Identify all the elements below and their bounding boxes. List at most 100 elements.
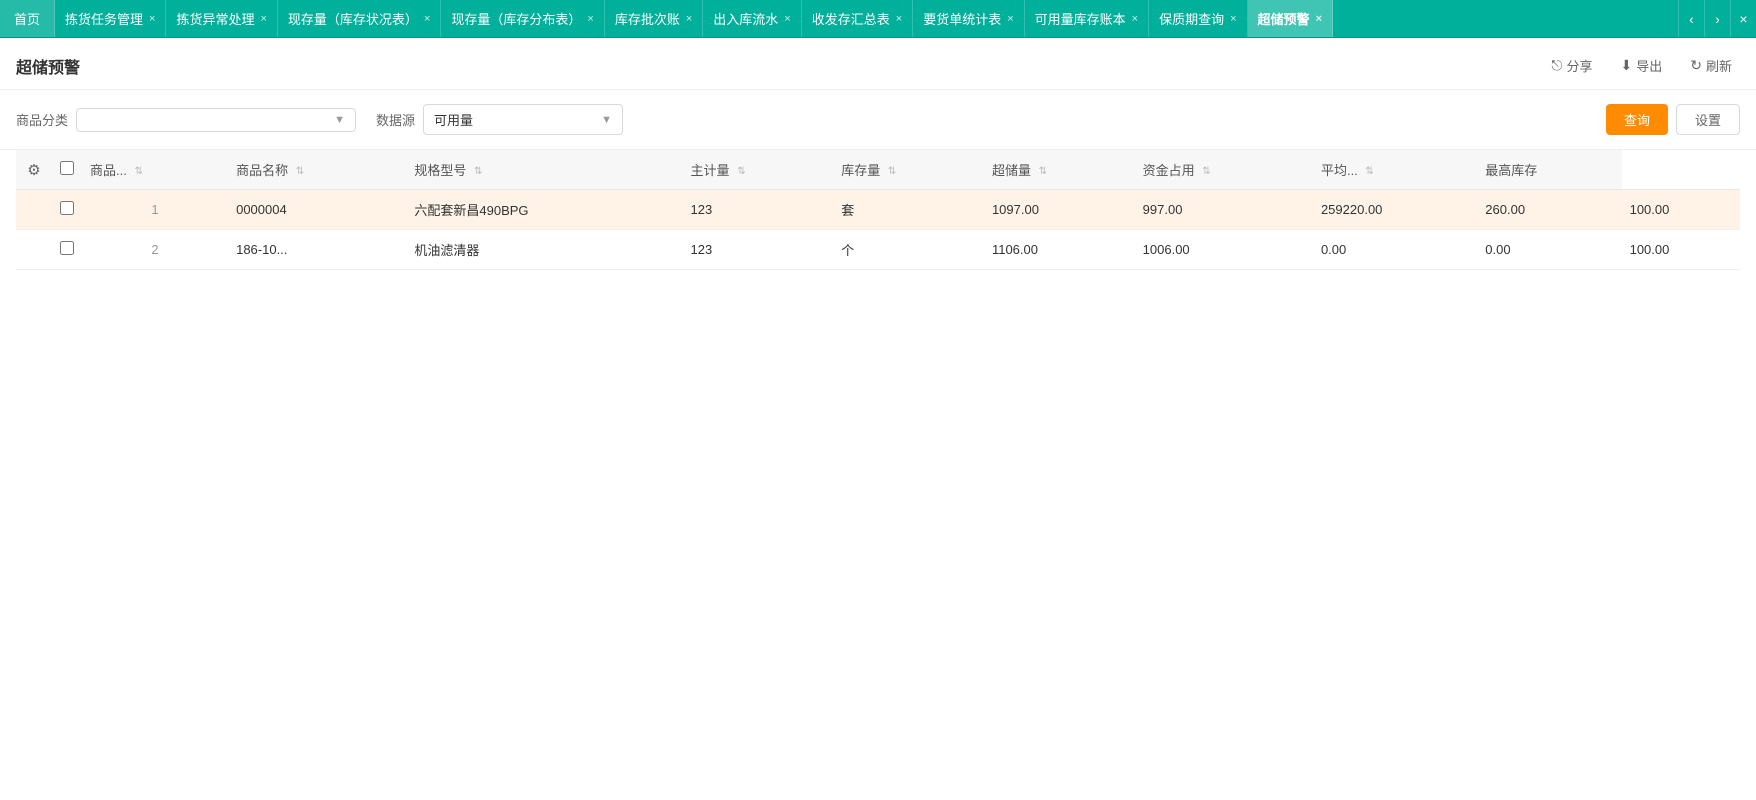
nav-expiry-query[interactable]: 保质期查询 × [1149,0,1247,37]
nav-arrows: ‹ › × [1678,0,1756,38]
export-button[interactable]: ⬇ 导出 [1613,52,1671,79]
col-code[interactable]: 商品... ⇅ [82,150,228,190]
col-capital-label: 资金占用 [1143,163,1195,178]
row-capital-1: 0.00 [1313,230,1477,270]
nav-order-stats-close[interactable]: × [1007,13,1013,25]
col-name-sort[interactable]: ⇅ [296,166,304,177]
col-overstock[interactable]: 超储量 ⇅ [984,150,1135,190]
nav-overstock-warning-close[interactable]: × [1316,13,1322,25]
row-checkbox-1[interactable] [60,241,74,255]
nav-available-stock-label: 可用量库存账本 [1035,9,1126,28]
col-code-sort[interactable]: ⇅ [134,166,142,177]
nav-pick-exception-close[interactable]: × [260,13,266,25]
nav-batch-account[interactable]: 库存批次账 × [605,0,703,37]
col-unit-sort[interactable]: ⇅ [737,166,745,177]
col-capital-sort[interactable]: ⇅ [1202,166,1210,177]
row-unit-0: 套 [833,190,984,230]
filter-actions: 查询 设置 [1606,104,1740,135]
settings-button[interactable]: 设置 [1676,104,1740,135]
col-stock-sort[interactable]: ⇅ [888,166,896,177]
refresh-icon: ↻ [1690,57,1702,74]
row-settings-cell-0 [16,190,52,230]
nav-overstock-warning-label: 超储预警 [1258,9,1310,28]
nav-expiry-query-close[interactable]: × [1230,13,1236,25]
nav-order-stats[interactable]: 要货单统计表 × [913,0,1024,37]
table-container: ⚙ 商品... ⇅ 商品名称 ⇅ 规格型号 ⇅ [0,150,1756,270]
row-name-0: 六配套新昌490BPG [406,190,682,230]
nav-available-stock-close[interactable]: × [1132,13,1138,25]
col-settings: ⚙ [16,150,52,190]
row-checkbox-cell-1[interactable] [52,230,82,270]
nav-arrow-left[interactable]: ‹ [1678,0,1704,38]
nav-home-label: 首页 [14,9,40,28]
page-title: 超储预警 [16,54,80,78]
col-stock-label: 库存量 [841,163,880,178]
nav-overstock-warning[interactable]: 超储预警 × [1248,0,1333,37]
nav-arrow-right[interactable]: › [1704,0,1730,38]
share-button[interactable]: ⎋ 分享 [1543,52,1600,79]
top-navigation: 首页 拣货任务管理 × 拣货异常处理 × 现存量（库存状况表） × 现存量（库存… [0,0,1756,38]
col-max-label: 最高库存 [1485,163,1537,178]
col-max[interactable]: 最高库存 [1477,150,1621,190]
col-avg-sort[interactable]: ⇅ [1365,166,1373,177]
refresh-label: 刷新 [1706,56,1732,75]
col-code-label: 商品... [90,163,127,178]
export-label: 导出 [1636,56,1662,75]
col-avg-label: 平均... [1321,163,1358,178]
nav-batch-account-close[interactable]: × [686,13,692,25]
share-label: 分享 [1566,56,1592,75]
query-button[interactable]: 查询 [1606,104,1668,135]
data-table: ⚙ 商品... ⇅ 商品名称 ⇅ 规格型号 ⇅ [16,150,1740,270]
category-label: 商品分类 [16,110,68,129]
nav-stock-status[interactable]: 现存量（库存状况表） × [278,0,441,37]
col-checkbox [52,150,82,190]
row-max-0: 100.00 [1622,190,1740,230]
row-settings-cell-1 [16,230,52,270]
nav-pick-task[interactable]: 拣货任务管理 × [55,0,166,37]
nav-batch-account-label: 库存批次账 [615,9,680,28]
datasource-select[interactable]: 可用量 ▼ [423,104,623,135]
row-name-1: 机油滤清器 [406,230,682,270]
row-unit-1: 个 [833,230,984,270]
row-max-1: 100.00 [1622,230,1740,270]
col-unit[interactable]: 主计量 ⇅ [683,150,834,190]
nav-collect-summary[interactable]: 收发存汇总表 × [802,0,913,37]
col-capital[interactable]: 资金占用 ⇅ [1135,150,1313,190]
nav-order-stats-label: 要货单统计表 [923,9,1001,28]
col-name[interactable]: 商品名称 ⇅ [228,150,406,190]
col-stock[interactable]: 库存量 ⇅ [833,150,984,190]
row-checkbox-0[interactable] [60,201,74,215]
col-spec-sort[interactable]: ⇅ [474,166,482,177]
row-product-code-0: 0000004 [228,190,406,230]
row-avg-1: 0.00 [1477,230,1621,270]
row-checkbox-cell-0[interactable] [52,190,82,230]
nav-inout-flow-close[interactable]: × [784,13,790,25]
nav-pick-exception[interactable]: 拣货异常处理 × [166,0,277,37]
filter-area: 商品分类 ▼ 数据源 可用量 ▼ 查询 设置 [0,90,1756,150]
nav-stock-status-close[interactable]: × [424,13,430,25]
datasource-select-arrow: ▼ [601,114,612,126]
nav-pick-task-close[interactable]: × [149,13,155,25]
select-all-checkbox[interactable] [60,161,74,175]
col-overstock-sort[interactable]: ⇅ [1039,166,1047,177]
col-spec[interactable]: 规格型号 ⇅ [406,150,682,190]
table-settings-icon[interactable]: ⚙ [27,162,40,179]
row-stock-0: 1097.00 [984,190,1135,230]
refresh-button[interactable]: ↻ 刷新 [1682,52,1740,79]
nav-home[interactable]: 首页 [0,0,55,37]
nav-stock-dist-label: 现存量（库存分布表） [451,9,581,28]
nav-arrow-close[interactable]: × [1730,0,1756,38]
nav-available-stock[interactable]: 可用量库存账本 × [1025,0,1149,37]
category-select[interactable]: ▼ [76,108,356,132]
nav-stock-dist[interactable]: 现存量（库存分布表） × [441,0,604,37]
table-row: 1 0000004 六配套新昌490BPG 123 套 1097.00 997.… [16,190,1740,230]
row-avg-0: 260.00 [1477,190,1621,230]
header-actions: ⎋ 分享 ⬇ 导出 ↻ 刷新 [1543,52,1740,79]
col-avg[interactable]: 平均... ⇅ [1313,150,1477,190]
row-spec-0: 123 [683,190,834,230]
nav-stock-dist-close[interactable]: × [587,13,593,25]
nav-collect-summary-close[interactable]: × [896,13,902,25]
row-spec-1: 123 [683,230,834,270]
nav-inout-flow[interactable]: 出入库流水 × [703,0,801,37]
row-product-code-1: 186-10... [228,230,406,270]
